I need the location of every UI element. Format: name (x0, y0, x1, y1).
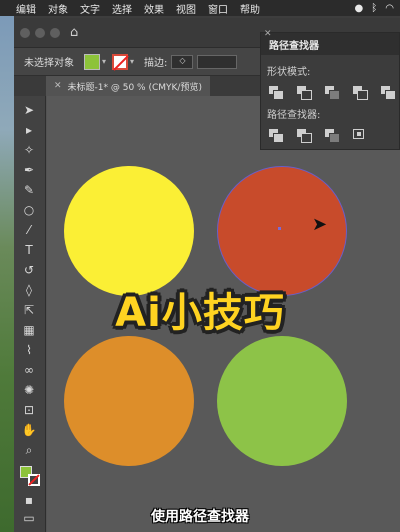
selection-tool-icon[interactable]: ➤ (21, 102, 37, 118)
pathfinders-label: 路径查找器: (267, 110, 321, 121)
menu-select[interactable]: 选择 (112, 1, 132, 16)
pointer-cursor-icon: ➤ (312, 214, 328, 235)
menu-effect[interactable]: 效果 (144, 1, 164, 16)
curvature-tool-icon[interactable]: ✎ (21, 182, 37, 198)
stroke-swatch[interactable] (112, 53, 129, 70)
close-icon[interactable]: ✕ (54, 81, 62, 91)
paintbrush-icon[interactable]: ⁄ (21, 222, 37, 238)
rotate-tool-icon[interactable]: ↺ (21, 262, 37, 278)
merge-button[interactable] (325, 129, 340, 143)
divide-button[interactable] (269, 129, 284, 143)
chevron-down-icon[interactable]: ▾ (130, 57, 134, 66)
desktop-background (0, 16, 14, 532)
unite-button[interactable] (269, 86, 284, 100)
fill-swatch[interactable] (84, 53, 100, 70)
menu-window[interactable]: 窗口 (208, 1, 228, 16)
minus-front-button[interactable] (297, 86, 312, 100)
expand-button[interactable] (381, 86, 396, 100)
menubar: 编辑 对象 文字 选择 效果 视图 窗口 帮助 ● ᛒ ◠ (0, 0, 400, 16)
yellow-circle[interactable] (64, 166, 194, 296)
trim-button[interactable] (297, 129, 312, 143)
menu-object[interactable]: 对象 (48, 1, 68, 16)
intersect-button[interactable] (325, 86, 340, 100)
center-point (278, 227, 281, 230)
stroke-weight-stepper[interactable]: ◇ (171, 54, 194, 69)
crop-button[interactable] (353, 129, 367, 141)
orange-circle[interactable] (64, 336, 194, 466)
shape-modes-row (269, 86, 399, 100)
pathfinder-title: 路径查找器 (269, 40, 319, 52)
shape-modes-label: 形状模式: (267, 67, 311, 78)
video-subtitle: 使用路径查找器 (151, 509, 249, 525)
red-circle[interactable] (217, 166, 347, 296)
document-tab[interactable]: ✕ 未标题-1* @ 50 % (CMYK/预览) (46, 76, 210, 96)
window-controls (20, 27, 60, 38)
stroke-label: 描边: (144, 58, 168, 69)
menu-type[interactable]: 文字 (80, 1, 100, 16)
pathfinder-panel: ✕ 路径查找器 形状模式: 路径查找器: (260, 29, 400, 150)
video-title-overlay: Ai小技巧 (115, 290, 285, 336)
eyedropper-icon[interactable]: ⌇ (21, 342, 37, 358)
menu-help[interactable]: 帮助 (240, 1, 260, 16)
exclude-button[interactable] (353, 86, 368, 100)
hand-tool-icon[interactable]: ✋ (21, 422, 37, 438)
menu-view[interactable]: 视图 (176, 1, 196, 16)
minimize-window-button[interactable] (35, 27, 45, 38)
direct-selection-tool-icon[interactable]: ▸ (21, 122, 37, 138)
selection-status: 未选择对象 (24, 58, 74, 69)
chevron-down-icon[interactable]: ▾ (102, 57, 106, 66)
close-icon[interactable]: ✕ (264, 29, 272, 39)
magic-wand-icon[interactable]: ✧ (21, 142, 37, 158)
stroke-color-box[interactable] (28, 474, 40, 486)
pathfinders-row (269, 129, 399, 143)
home-icon[interactable]: ⌂ (70, 25, 78, 40)
menu-edit[interactable]: 编辑 (16, 1, 36, 16)
pathfinder-header: ✕ 路径查找器 (261, 29, 399, 55)
stroke-weight-field[interactable] (197, 54, 238, 69)
bluetooth-icon[interactable]: ᛒ (371, 3, 377, 14)
type-tool-icon[interactable]: T (21, 242, 37, 258)
close-window-button[interactable] (20, 27, 30, 38)
pen-tool-icon[interactable]: ✒ (21, 162, 37, 178)
green-circle[interactable] (217, 336, 347, 466)
zoom-tool-icon[interactable]: ⌕ (21, 442, 37, 458)
circle-icon[interactable]: ● (355, 3, 364, 14)
wifi-icon[interactable]: ◠ (385, 3, 394, 14)
blend-tool-icon[interactable]: ∞ (21, 362, 37, 378)
ellipse-tool-icon[interactable]: ○ (21, 202, 37, 218)
artboard-tool-icon[interactable]: ⊡ (21, 402, 37, 418)
document-tab-title: 未标题-1* @ 50 % (CMYK/预览) (67, 82, 202, 93)
symbol-sprayer-icon[interactable]: ✺ (21, 382, 37, 398)
zoom-window-button[interactable] (50, 27, 60, 38)
